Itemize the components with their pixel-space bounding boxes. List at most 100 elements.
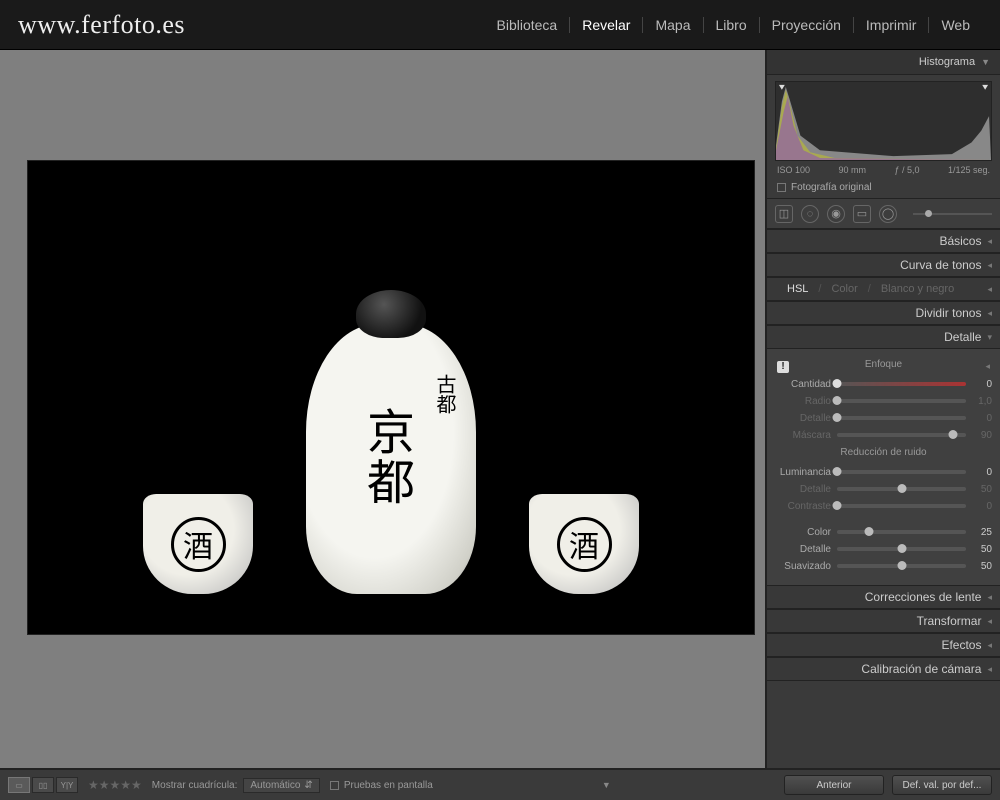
nav-develop[interactable]: Revelar <box>570 17 643 33</box>
develop-panel: Histograma ▼ ISO 100 90 mm ƒ / 5,0 1/125… <box>765 50 1000 768</box>
slider-value: 90 <box>972 430 992 441</box>
expand-icon: ▾ <box>987 332 992 343</box>
crop-tool-icon[interactable]: ◫ <box>775 205 793 223</box>
slider-track[interactable] <box>837 416 966 420</box>
slider-track[interactable] <box>837 504 966 508</box>
exif-aperture: ƒ / 5,0 <box>894 165 919 175</box>
slider-detalle[interactable]: Detalle50 <box>775 541 992 557</box>
collapse-icon: ◂ <box>987 260 992 271</box>
module-nav: Biblioteca Revelar Mapa Libro Proyección… <box>485 17 982 33</box>
collapse-icon: ◂ <box>987 664 992 675</box>
slider-value: 0 <box>972 413 992 424</box>
slider-cantidad[interactable]: Cantidad 0 <box>775 376 992 392</box>
original-photo-check[interactable]: Fotografía original <box>767 179 1000 199</box>
slider-color[interactable]: Color25 <box>775 524 992 540</box>
slider-detalle[interactable]: Detalle 50 <box>775 481 992 497</box>
bottom-toolbar: ▭ ▯▯ Y|Y ★★★★★ Mostrar cuadrícula: Autom… <box>0 768 1000 800</box>
slider-label: Color <box>775 527 831 538</box>
grid-overlay-selector: Mostrar cuadrícula: Automático⇵ <box>152 778 320 793</box>
panel-calibration[interactable]: Calibración de cámara◂ <box>767 657 1000 681</box>
spot-tool-icon[interactable]: ◌ <box>801 205 819 223</box>
slider-value: 1,0 <box>972 396 992 407</box>
slider-value: 50 <box>972 484 992 495</box>
toolbar-menu-icon[interactable]: ▼ <box>602 780 611 790</box>
gradient-tool-icon[interactable]: ▭ <box>853 205 871 223</box>
panel-detail[interactable]: Detalle▾ <box>767 325 1000 349</box>
slider-label: Contraste <box>775 501 831 512</box>
tool-size-slider[interactable] <box>913 213 992 215</box>
loupe-view-button[interactable]: ▭ <box>8 777 30 793</box>
slider-value: 0 <box>972 501 992 512</box>
soft-proof-label: Pruebas en pantalla <box>344 780 433 791</box>
sake-cup-right: 酒 <box>529 494 639 594</box>
slider-label: Radio <box>775 396 831 407</box>
slider-track[interactable] <box>837 470 966 474</box>
reset-defaults-button[interactable]: Def. val. por def... <box>892 775 992 795</box>
slider-label: Detalle <box>775 484 831 495</box>
slider-value: 0 <box>972 379 992 390</box>
slider-value: 50 <box>972 561 992 572</box>
slider-label: Detalle <box>775 413 831 424</box>
cup-glyph: 酒 <box>557 517 612 572</box>
collapse-icon: ◂ <box>987 236 992 247</box>
slider-track[interactable] <box>837 433 966 437</box>
checkbox-icon <box>777 183 786 192</box>
collapse-icon: ◂ <box>987 308 992 319</box>
warning-icon[interactable]: ! <box>777 361 789 373</box>
previous-button[interactable]: Anterior <box>784 775 884 795</box>
radial-tool-icon[interactable]: ◯ <box>879 205 897 223</box>
view-mode-buttons: ▭ ▯▯ Y|Y <box>8 777 78 793</box>
nav-web[interactable]: Web <box>929 17 982 33</box>
panel-transform[interactable]: Transformar◂ <box>767 609 1000 633</box>
grid-label: Mostrar cuadrícula: <box>152 780 238 791</box>
cup-glyph: 酒 <box>171 517 226 572</box>
hsl-tab[interactable]: HSL <box>787 283 808 295</box>
slider-track[interactable] <box>837 564 966 568</box>
image-canvas[interactable]: 古都 京 都 酒 酒 <box>0 50 765 768</box>
soft-proofing-check[interactable]: Pruebas en pantalla <box>330 780 433 791</box>
grid-dropdown[interactable]: Automático⇵ <box>243 778 319 793</box>
histogram-header[interactable]: Histograma ▼ <box>767 50 1000 75</box>
slider-luminancia[interactable]: Luminancia0 <box>775 464 992 480</box>
redeye-tool-icon[interactable]: ◉ <box>827 205 845 223</box>
slider-label: Cantidad <box>775 379 831 390</box>
bw-tab[interactable]: Blanco y negro <box>881 283 954 295</box>
slider-track[interactable] <box>837 487 966 491</box>
exif-bar: ISO 100 90 mm ƒ / 5,0 1/125 seg. <box>767 163 1000 179</box>
noise-group: Reducción de ruido <box>775 447 992 458</box>
slider-value: 50 <box>972 544 992 555</box>
exif-focal: 90 mm <box>838 165 866 175</box>
nav-map[interactable]: Mapa <box>643 17 703 33</box>
panel-basics[interactable]: Básicos◂ <box>767 229 1000 253</box>
slider-suavizado[interactable]: Suavizado50 <box>775 558 992 574</box>
nav-library[interactable]: Biblioteca <box>485 17 571 33</box>
panel-lens-corrections[interactable]: Correcciones de lente◂ <box>767 585 1000 609</box>
nav-book[interactable]: Libro <box>704 17 760 33</box>
color-tab[interactable]: Color <box>831 283 857 295</box>
slider-detalle[interactable]: Detalle 0 <box>775 410 992 426</box>
panel-effects[interactable]: Efectos◂ <box>767 633 1000 657</box>
slider-track[interactable] <box>837 399 966 403</box>
main-area: 古都 京 都 酒 酒 Histograma ▼ ISO 100 90 mm <box>0 50 1000 768</box>
before-after-button[interactable]: Y|Y <box>56 777 78 793</box>
rating-stars[interactable]: ★★★★★ <box>88 778 142 792</box>
slider-track[interactable] <box>837 530 966 534</box>
slider-radio[interactable]: Radio 1,0 <box>775 393 992 409</box>
slider-contraste[interactable]: Contraste 0 <box>775 498 992 514</box>
original-photo-label: Fotografía original <box>791 182 872 193</box>
slider-máscara[interactable]: Máscara90 <box>775 427 992 443</box>
sharpen-group: ! Enfoque ◂ <box>775 359 992 370</box>
histogram-display[interactable] <box>775 81 992 161</box>
panel-split-toning[interactable]: Dividir tonos◂ <box>767 301 1000 325</box>
panel-tone-curve[interactable]: Curva de tonos◂ <box>767 253 1000 277</box>
collapse-icon[interactable]: ◂ <box>985 361 990 372</box>
collapse-icon: ◂ <box>987 640 992 651</box>
nav-print[interactable]: Imprimir <box>854 17 930 33</box>
compare-view-button[interactable]: ▯▯ <box>32 777 54 793</box>
nav-slideshow[interactable]: Proyección <box>760 17 854 33</box>
bottle-small-text: 古都 <box>433 374 454 414</box>
slider-track[interactable] <box>837 382 966 386</box>
panel-hsl[interactable]: HSL/ Color/ Blanco y negro ◂ <box>767 277 1000 301</box>
detail-panel-body: ! Enfoque ◂ Cantidad 0 Radio 1,0 Detalle 0 Más… <box>767 349 1000 585</box>
slider-track[interactable] <box>837 547 966 551</box>
